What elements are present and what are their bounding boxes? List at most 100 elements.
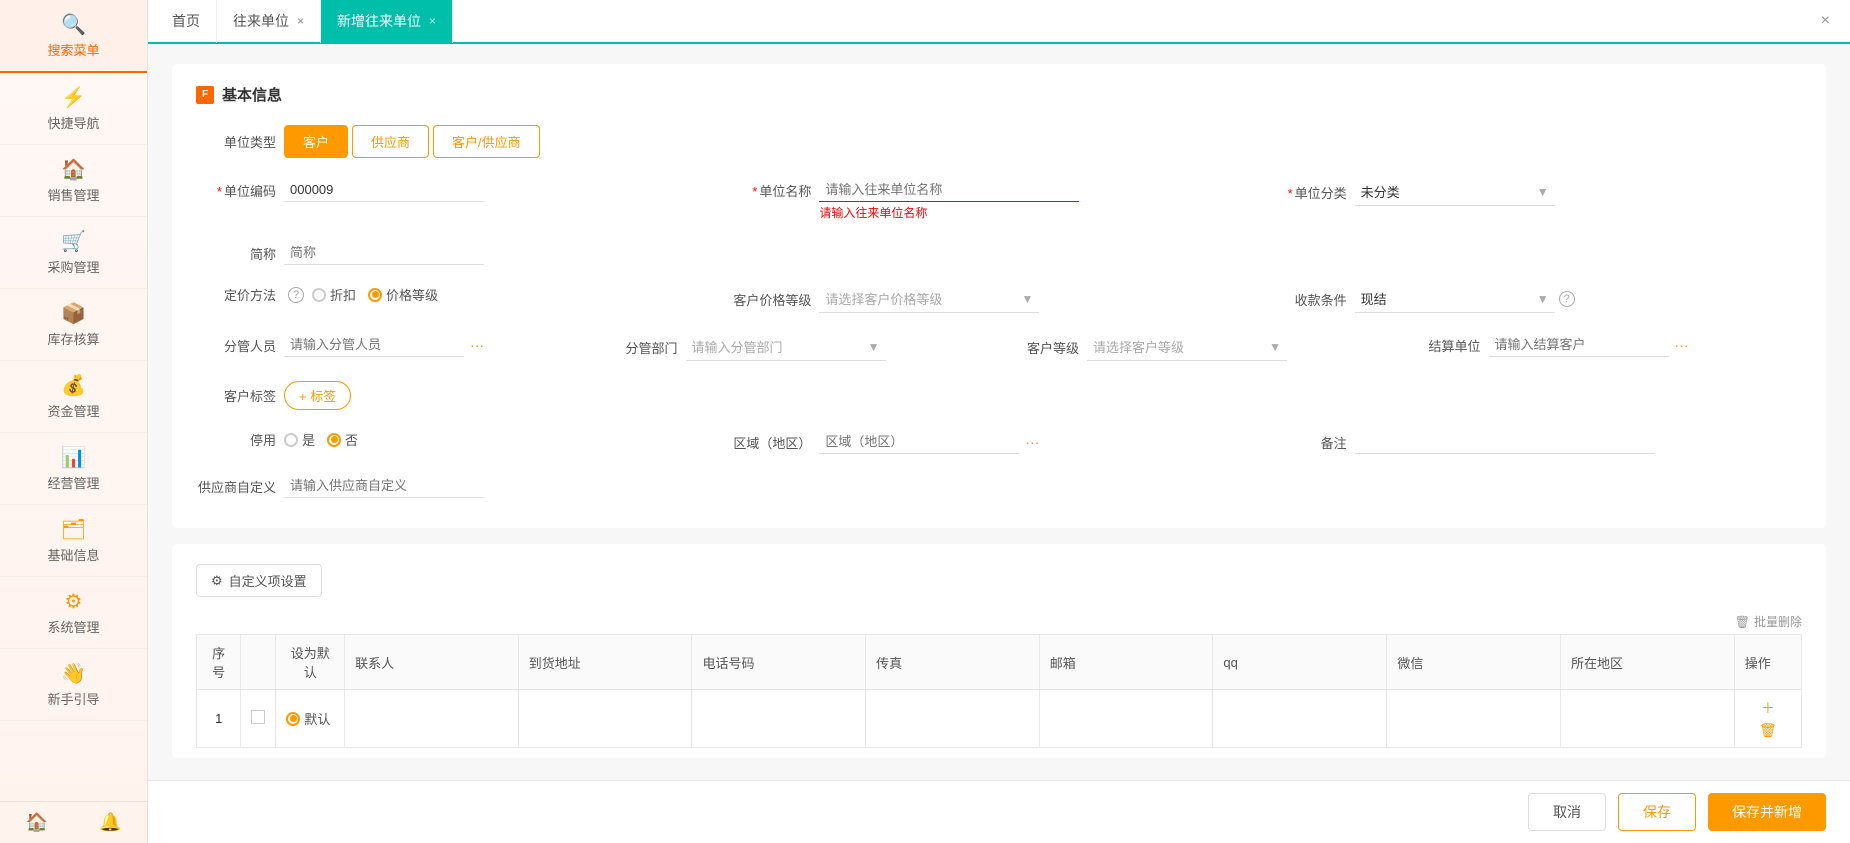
level-placeholder: 请选择客户等级 (1093, 337, 1269, 356)
type-btn-customer[interactable]: 客户 (284, 125, 348, 158)
unit-category-value: 未分类 (1361, 182, 1537, 201)
radio-yes[interactable]: 是 (284, 430, 315, 449)
cell-address[interactable] (518, 690, 692, 748)
customer-price-level-placeholder: 请选择客户价格等级 (825, 289, 1021, 308)
pricing-row: 定价方法 ? 折扣 价格等级 客户价格等级 (196, 285, 1802, 313)
sidebar-item-quick-nav[interactable]: ⚡ 快捷导航 (0, 73, 147, 145)
remark-input[interactable] (1355, 430, 1655, 454)
sidebar-item-operations[interactable]: 📊 经营管理 (0, 433, 147, 505)
sidebar-item-sales[interactable]: 🏠 销售管理 (0, 145, 147, 217)
row-checkbox[interactable] (251, 710, 265, 724)
save-button[interactable]: 保存 (1618, 793, 1696, 831)
operations-icon: 📊 (61, 445, 86, 470)
tab-home[interactable]: 首页 (156, 0, 217, 43)
payment-help-icon[interactable]: ? (1559, 291, 1575, 307)
radio-discount[interactable]: 折扣 (312, 285, 356, 304)
unit-name-input[interactable] (819, 178, 1079, 202)
phone-input[interactable] (702, 707, 855, 731)
email-input[interactable] (1050, 707, 1203, 731)
cell-email[interactable] (1039, 690, 1213, 748)
radio-circle-discount (312, 288, 326, 302)
unit-name-label: 单位名称 (731, 181, 811, 200)
delete-row-btn[interactable]: 🗑 (1755, 720, 1781, 741)
cell-actions: ＋ 🗑 (1734, 690, 1801, 748)
customer-level-select[interactable]: 请选择客户等级 ▼ (1087, 333, 1287, 361)
manager-input[interactable] (284, 333, 464, 357)
cell-contact[interactable] (345, 690, 519, 748)
radio-default[interactable]: 默认 (286, 709, 334, 728)
tabbar-close-btn[interactable]: × (1809, 12, 1842, 30)
batch-delete-btn[interactable]: 🗑 批量删除 (196, 613, 1802, 630)
sidebar-item-purchase[interactable]: 🛒 采购管理 (0, 217, 147, 289)
supplier-custom-row: 供应商自定义 (196, 474, 1802, 498)
radio-no[interactable]: 否 (327, 430, 358, 449)
wechat-input[interactable] (1397, 707, 1550, 731)
tab-new-partner[interactable]: 新增往来单位 × (321, 0, 453, 43)
table-row: 1 默认 (197, 690, 1802, 748)
sidebar-item-sys-mgmt[interactable]: ⚙ 系统管理 (0, 577, 147, 649)
customer-price-level-select[interactable]: 请选择客户价格等级 ▼ (819, 285, 1039, 313)
radio-price-level[interactable]: 价格等级 (368, 285, 438, 304)
manager-more-btn[interactable]: ··· (464, 337, 490, 353)
region-more-btn[interactable]: ··· (1019, 434, 1045, 450)
add-tag-btn[interactable]: + 标签 (284, 381, 351, 410)
cancel-button[interactable]: 取消 (1528, 793, 1606, 831)
department-select[interactable]: 请输入分管部门 ▼ (686, 333, 886, 361)
cell-wechat[interactable] (1387, 690, 1561, 748)
tab-close-icon[interactable]: × (429, 14, 436, 28)
unit-code-input[interactable] (284, 178, 484, 202)
settlement-input[interactable] (1489, 333, 1669, 357)
sidebar-item-search[interactable]: 🔍 搜索菜单 (0, 0, 147, 73)
location-input[interactable] (1571, 707, 1724, 731)
department-group: 分管部门 请输入分管部门 ▼ (598, 333, 1000, 361)
add-row-btn[interactable]: ＋ (1757, 696, 1779, 720)
tab-label: 往来单位 (233, 11, 289, 31)
sidebar-item-label: 采购管理 (47, 257, 99, 276)
sidebar-notify-btn[interactable]: 🔔 (74, 802, 148, 843)
contact-input[interactable] (355, 707, 508, 731)
fax-input[interactable] (876, 707, 1029, 731)
qq-input[interactable] (1223, 707, 1376, 731)
type-btn-both[interactable]: 客户/供应商 (433, 125, 540, 158)
cell-phone[interactable] (692, 690, 866, 748)
unit-name-group: 单位名称 请输入往来单位名称 (731, 178, 1266, 221)
finance-icon: 💰 (61, 373, 86, 398)
sidebar-item-base-info[interactable]: 🗂 基础信息 (0, 505, 147, 577)
tab-partners[interactable]: 往来单位 × (217, 0, 321, 43)
tab-close-icon[interactable]: × (297, 14, 304, 28)
payment-terms-group: 收款条件 现结 ▼ ? (1267, 285, 1802, 313)
remark-label: 备注 (1267, 433, 1347, 452)
pricing-help-icon[interactable]: ? (288, 287, 304, 303)
disabled-radio-group: 是 否 (284, 430, 358, 449)
tab-label: 新增往来单位 (337, 11, 421, 31)
sidebar-item-label: 基础信息 (47, 545, 99, 564)
sidebar-home-btn[interactable]: 🏠 (0, 802, 74, 843)
payment-terms-select[interactable]: 现结 ▼ (1355, 285, 1555, 313)
cell-checkbox[interactable] (241, 690, 276, 748)
short-name-input[interactable] (284, 241, 484, 265)
cell-fax[interactable] (866, 690, 1040, 748)
pricing-radio-group: 折扣 价格等级 (312, 285, 438, 304)
address-input[interactable] (529, 707, 682, 731)
sidebar: 🔍 搜索菜单 ⚡ 快捷导航 🏠 销售管理 🛒 采购管理 📦 库存核算 💰 资金管… (0, 0, 148, 843)
type-btn-supplier[interactable]: 供应商 (352, 125, 429, 158)
col-email: 邮箱 (1039, 635, 1213, 690)
radio-label: 否 (345, 430, 358, 449)
supplier-custom-input[interactable] (284, 474, 484, 498)
cell-qq[interactable] (1213, 690, 1387, 748)
custom-settings-btn[interactable]: ⚙ 自定义项设置 (196, 564, 322, 597)
radio-label: 价格等级 (386, 285, 438, 304)
chevron-down-icon5: ▼ (1269, 340, 1281, 354)
unit-category-select[interactable]: 未分类 ▼ (1355, 178, 1555, 206)
cell-default[interactable]: 默认 (276, 690, 345, 748)
tag-label: 客户标签 (196, 386, 276, 405)
sidebar-item-inventory[interactable]: 📦 库存核算 (0, 289, 147, 361)
sidebar-item-new-guide[interactable]: 👋 新手引导 (0, 649, 147, 721)
settlement-more-btn[interactable]: ··· (1669, 337, 1695, 353)
col-default: 设为默认 (276, 635, 345, 690)
unit-type-row: 单位类型 客户 供应商 客户/供应商 (196, 125, 1802, 158)
region-input[interactable] (819, 430, 1019, 454)
cell-location[interactable] (1561, 690, 1735, 748)
save-and-new-button[interactable]: 保存并新增 (1708, 793, 1826, 831)
sidebar-item-finance[interactable]: 💰 资金管理 (0, 361, 147, 433)
